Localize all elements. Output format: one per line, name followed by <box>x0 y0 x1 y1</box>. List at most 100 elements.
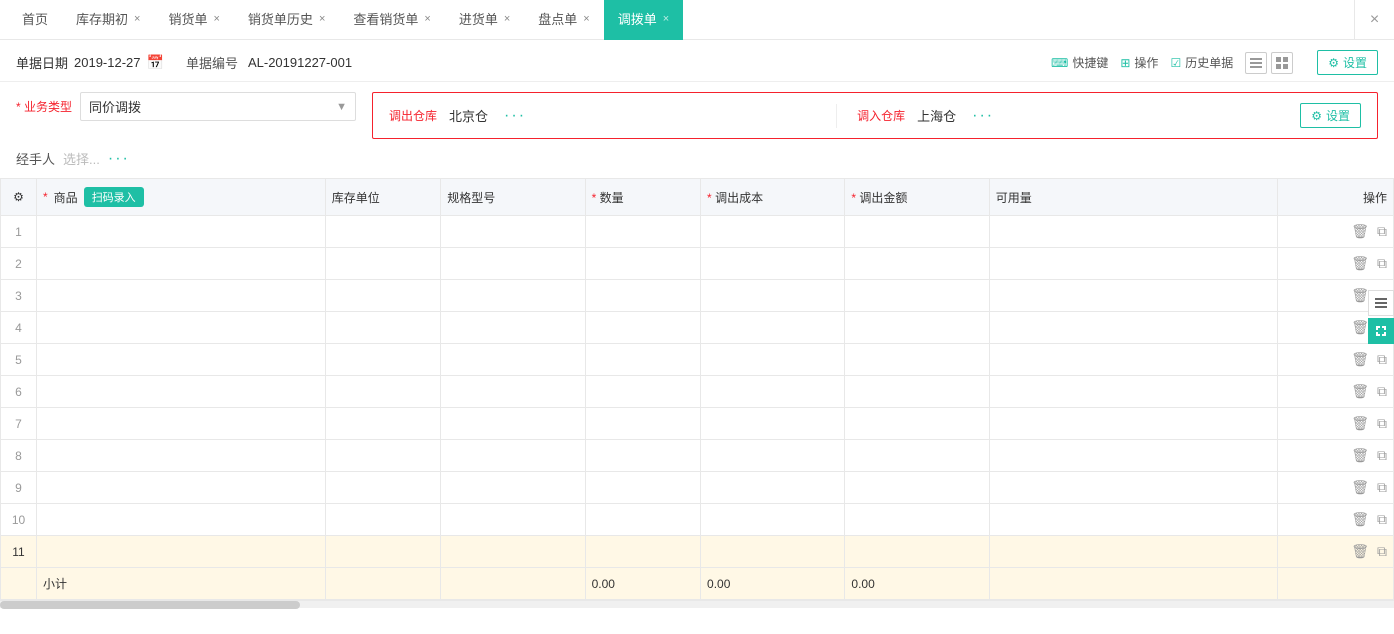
delete-icon-10[interactable]: 🗑 <box>1351 511 1369 528</box>
copy-icon-11[interactable]: ⧉ <box>1377 543 1387 560</box>
product-required-star: * <box>43 190 48 204</box>
tab-sales-history[interactable]: 销货单历史 × <box>234 0 339 40</box>
person-label: 经手人 <box>16 149 55 168</box>
delete-icon-1[interactable]: 🗑 <box>1351 223 1369 240</box>
copy-icon-7[interactable]: ⧉ <box>1377 415 1387 432</box>
shortcut-button[interactable]: ⌨ 快捷键 <box>1051 54 1108 71</box>
transfer-out-label: 调出仓库 <box>389 107 437 124</box>
business-type-dropdown[interactable]: 同价调拨 ▼ <box>80 92 356 121</box>
delete-icon-4[interactable]: 🗑 <box>1351 319 1369 336</box>
tab-close-inventory-open[interactable]: × <box>134 13 140 25</box>
subtotal-qty: 0.00 <box>585 568 700 600</box>
delete-icon-6[interactable]: 🗑 <box>1351 383 1369 400</box>
th-available: 可用量 <box>989 179 1278 216</box>
history-button[interactable]: ☑ 历史单据 <box>1170 54 1233 71</box>
delete-icon-3[interactable]: 🗑 <box>1351 287 1369 304</box>
person-more[interactable]: ··· <box>108 150 130 168</box>
tab-sales-order[interactable]: 销货单 × <box>154 0 233 40</box>
tab-close-inventory-check[interactable]: × <box>583 13 589 25</box>
copy-icon-8[interactable]: ⧉ <box>1377 447 1387 464</box>
transfer-setting-gear-icon: ⚙ <box>1311 109 1322 123</box>
transfer-divider <box>836 104 837 128</box>
tab-purchase-order[interactable]: 进货单 × <box>445 0 524 40</box>
tab-close-purchase-order[interactable]: × <box>504 13 510 25</box>
table-body: 1 🗑 ⧉ 2 🗑⧉ <box>1 216 1394 600</box>
tab-transfer-order[interactable]: 调拨单 × <box>604 0 683 40</box>
tab-close-sales-order[interactable]: × <box>213 13 219 25</box>
th-action: 操作 <box>1278 179 1394 216</box>
copy-icon-1[interactable]: ⧉ <box>1377 223 1387 240</box>
layout-grid-icon <box>1275 56 1289 70</box>
tab-inventory-open[interactable]: 库存期初 × <box>62 0 154 40</box>
delete-icon-8[interactable]: 🗑 <box>1351 447 1369 464</box>
row-action-1: 🗑 ⧉ <box>1278 216 1394 248</box>
layout-grid-button[interactable] <box>1271 52 1293 74</box>
table-row: 1 🗑 ⧉ <box>1 216 1394 248</box>
tab-check-sales[interactable]: 查看销货单 × <box>339 0 444 40</box>
row-available-1[interactable] <box>989 216 1278 248</box>
row-cost-1[interactable] <box>701 216 845 248</box>
copy-icon-5[interactable]: ⧉ <box>1377 351 1387 368</box>
row-amount-1[interactable] <box>845 216 989 248</box>
th-product: * 商品 扫码录入 <box>37 179 326 216</box>
row-spec-1[interactable] <box>441 216 585 248</box>
table-row: 9 🗑⧉ <box>1 472 1394 504</box>
copy-icon-6[interactable]: ⧉ <box>1377 383 1387 400</box>
copy-icon-2[interactable]: ⧉ <box>1377 255 1387 272</box>
tab-close-transfer-order[interactable]: × <box>663 13 669 25</box>
row-product-1[interactable] <box>37 216 326 248</box>
sidebar-list-button[interactable] <box>1368 290 1394 316</box>
transfer-setting-button[interactable]: ⚙ 设置 <box>1300 103 1361 128</box>
tab-close-sales-history[interactable]: × <box>319 13 325 25</box>
transfer-box-container: 调出仓库 北京仓 ··· 调入仓库 上海仓 ··· ⚙ 设置 <box>372 92 1378 139</box>
transfer-out-value: 北京仓 <box>449 106 488 125</box>
transfer-in-value: 上海仓 <box>917 106 956 125</box>
table-row: 6 🗑⧉ <box>1 376 1394 408</box>
close-all-tabs-button[interactable]: × <box>1354 0 1394 40</box>
layout-list-button[interactable] <box>1245 52 1267 74</box>
header-right-actions: ⌨ 快捷键 ⊞ 操作 ☑ 历史单据 ⚙ 设置 <box>1051 50 1378 75</box>
copy-icon-10[interactable]: ⧉ <box>1377 511 1387 528</box>
transfer-in-more[interactable]: ··· <box>972 107 994 125</box>
table-row: 2 🗑⧉ <box>1 248 1394 280</box>
th-gear[interactable]: ⚙ <box>1 179 37 216</box>
tab-bar: 首页 库存期初 × 销货单 × 销货单历史 × 查看销货单 × 进货单 × 盘点… <box>0 0 1394 40</box>
person-select[interactable]: 选择... <box>63 149 100 168</box>
operate-button[interactable]: ⊞ 操作 <box>1120 54 1158 71</box>
delete-icon-2[interactable]: 🗑 <box>1351 255 1369 272</box>
row-qty-1[interactable] <box>585 216 700 248</box>
table-row: 5 🗑⧉ <box>1 344 1394 376</box>
qty-required-star: * <box>592 191 597 205</box>
delete-icon-5[interactable]: 🗑 <box>1351 351 1369 368</box>
scroll-bar-thumb[interactable] <box>0 601 300 609</box>
table-container: ⚙ * 商品 扫码录入 库存单位 规格型号 * 数量 * 调出成 <box>0 178 1394 600</box>
delete-icon-11[interactable]: 🗑 <box>1351 543 1369 560</box>
number-field: 单据编号 AL-20191227-001 <box>186 53 352 72</box>
form-header: 单据日期 2019-12-27 📅 单据编号 AL-20191227-001 ⌨… <box>0 40 1394 82</box>
transfer-out-more[interactable]: ··· <box>504 107 526 125</box>
calendar-icon[interactable]: 📅 <box>147 54 164 71</box>
tab-inventory-check[interactable]: 盘点单 × <box>524 0 603 40</box>
delete-icon-7[interactable]: 🗑 <box>1351 415 1369 432</box>
table-row: 7 🗑⧉ <box>1 408 1394 440</box>
scan-button[interactable]: 扫码录入 <box>84 187 144 207</box>
copy-icon-9[interactable]: ⧉ <box>1377 479 1387 496</box>
delete-icon-9[interactable]: 🗑 <box>1351 479 1369 496</box>
number-label: 单据编号 <box>186 53 238 72</box>
row-unit-1[interactable] <box>325 216 440 248</box>
tab-close-check-sales[interactable]: × <box>424 13 430 25</box>
setting-button[interactable]: ⚙ 设置 <box>1317 50 1378 75</box>
tab-home[interactable]: 首页 <box>8 0 62 40</box>
sidebar-right <box>1368 290 1394 344</box>
date-field: 单据日期 2019-12-27 📅 <box>16 53 164 72</box>
transfer-in-side: 调入仓库 上海仓 ··· <box>857 106 1284 125</box>
subtotal-row: 小计 0.00 0.00 0.00 <box>1 568 1394 600</box>
sidebar-list-icon <box>1374 296 1388 310</box>
table-row-subtotal: 11 🗑⧉ <box>1 536 1394 568</box>
th-unit: 库存单位 <box>325 179 440 216</box>
scroll-bar[interactable] <box>0 600 1394 608</box>
transfer-in-label: 调入仓库 <box>857 107 905 124</box>
sidebar-expand-button[interactable] <box>1368 318 1394 344</box>
form-middle: 业务类型 同价调拨 ▼ 调出仓库 北京仓 ··· 调入仓库 上海仓 ··· <box>0 82 1394 149</box>
business-type-label: 业务类型 <box>16 98 72 115</box>
